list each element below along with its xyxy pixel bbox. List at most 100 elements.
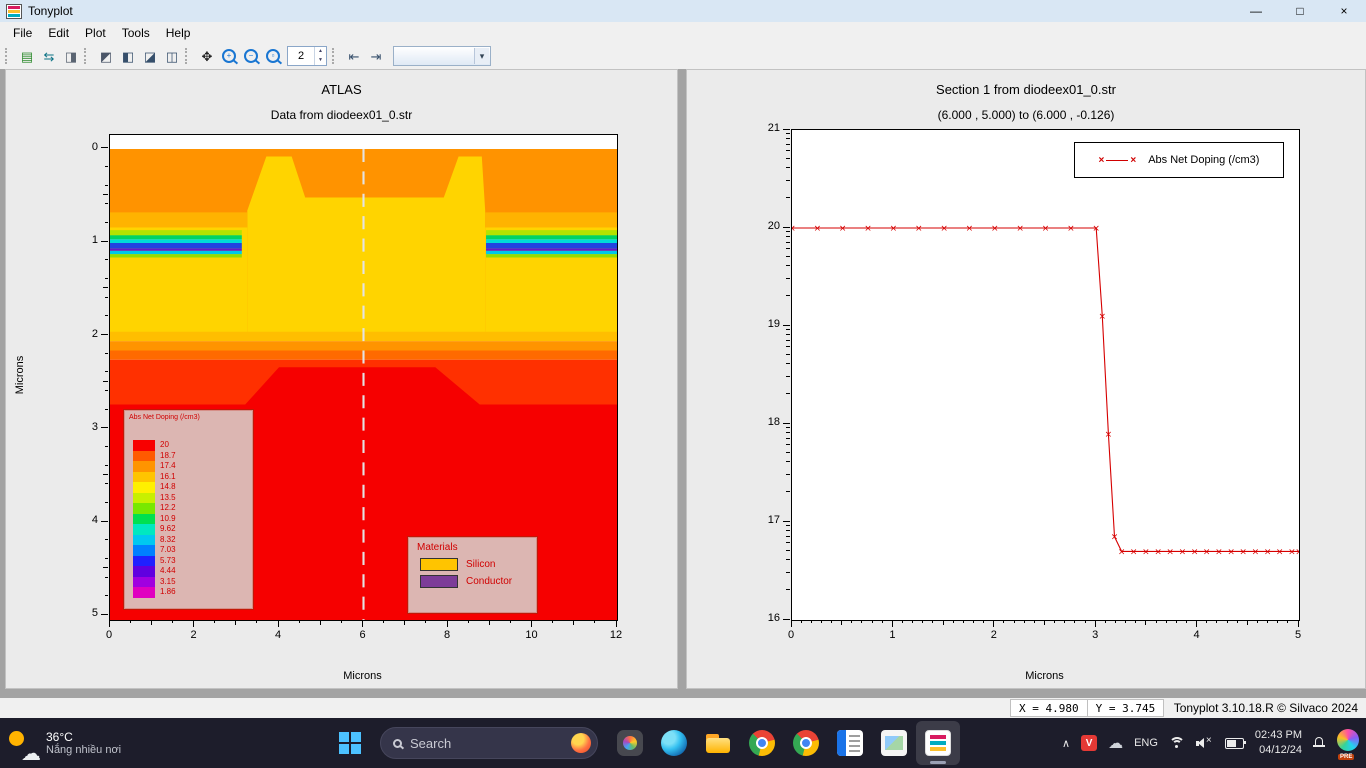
x-tick-label: 12 xyxy=(604,629,628,641)
taskbar-app-tonyplot[interactable] xyxy=(916,721,960,765)
preview-app[interactable]: PRE xyxy=(1336,728,1360,758)
preview-badge: PRE xyxy=(1338,754,1354,760)
material-label: Silicon xyxy=(466,559,495,570)
battery-icon[interactable] xyxy=(1225,738,1244,749)
tray-date: 04/12/24 xyxy=(1255,743,1302,758)
materials-legend[interactable]: Materials SiliconConductor xyxy=(407,536,538,614)
y-minor-tick xyxy=(786,432,790,433)
maximize-button[interactable]: □ xyxy=(1278,0,1322,22)
copy-icon: ◧ xyxy=(122,50,134,63)
doping-color-swatch xyxy=(133,482,155,493)
doping-legend-row: 10.9 xyxy=(133,514,176,525)
y-tick-label: 3 xyxy=(77,421,98,433)
overlay-combobox[interactable]: ▾ xyxy=(393,46,491,66)
taskbar-app-chrome-2[interactable] xyxy=(784,721,828,765)
notification-bell-icon[interactable] xyxy=(1313,737,1325,749)
toolbar-next-structure-button[interactable]: ⇥ xyxy=(365,46,387,66)
toolbar-import-button[interactable]: ⇆ xyxy=(38,46,60,66)
doping-legend-row: 13.5 xyxy=(133,493,176,504)
doping-legend-row: 14.8 xyxy=(133,482,176,493)
x-tick-label: 2 xyxy=(982,629,1006,641)
region-right-stripe-purple xyxy=(486,249,617,251)
section-plot-area[interactable]: ×××××××××××××××××××××××××××××××× xyxy=(791,129,1300,621)
y-tick-label: 4 xyxy=(77,514,98,526)
doping-color-swatch xyxy=(133,514,155,525)
cursor-y-readout: Y = 3.745 xyxy=(1087,700,1164,716)
tray-chevron-icon[interactable]: ∧ xyxy=(1062,737,1070,750)
start-button[interactable] xyxy=(330,723,370,763)
wifi-icon[interactable] xyxy=(1169,737,1185,749)
toolbar-pan-button[interactable]: ✥ xyxy=(196,46,218,66)
minimize-button[interactable]: — xyxy=(1234,0,1278,22)
toolbar-duplicate-button[interactable]: ◫ xyxy=(161,46,183,66)
weather-widget[interactable]: 36°C Nắng nhiều nơi xyxy=(8,724,121,762)
doping-legend-row: 3.15 xyxy=(133,577,176,588)
y-minor-tick xyxy=(105,558,108,559)
y-tick-label: 5 xyxy=(77,607,98,619)
preview-app-icon xyxy=(1337,729,1359,751)
y-minor-tick xyxy=(786,295,790,296)
menu-tools[interactable]: Tools xyxy=(114,24,158,42)
region-grad-orange xyxy=(110,341,617,350)
onedrive-cloud-icon[interactable]: ☁ xyxy=(1108,734,1123,752)
data-marker: × xyxy=(1227,547,1235,557)
data-marker: × xyxy=(1118,547,1126,557)
taskbar-app-edge[interactable] xyxy=(652,721,696,765)
toolbar-previous-structure-button[interactable]: ⇤ xyxy=(343,46,365,66)
doping-legend-value: 7.03 xyxy=(160,546,176,554)
v-app-icon[interactable]: V xyxy=(1081,735,1097,751)
titlebar: Tonyplot — □ × xyxy=(0,0,1366,22)
toolbar-select-region-button[interactable]: ◩ xyxy=(95,46,117,66)
volume-muted-icon[interactable] xyxy=(1196,737,1214,749)
doping-color-swatch xyxy=(133,524,155,535)
y-minor-tick xyxy=(786,461,790,462)
search-box[interactable]: Search xyxy=(380,727,598,759)
y-minor-tick xyxy=(786,572,790,573)
taskbar-app-file-explorer[interactable] xyxy=(696,721,740,765)
y-minor-tick xyxy=(786,133,790,134)
toolbar-zoom-in-button[interactable]: + xyxy=(218,46,240,66)
version-text: Tonyplot 3.10.18.R © Silvaco 2024 xyxy=(1174,701,1358,715)
toolbar-zoom-area-button[interactable]: ▫ xyxy=(262,46,284,66)
y-mid-tick xyxy=(103,567,108,568)
doping-legend[interactable]: Abs Net Doping (/cm3) 2018.717.416.114.8… xyxy=(123,409,254,610)
section-legend[interactable]: × × Abs Net Doping (/cm3) xyxy=(1074,142,1284,178)
y-major-tick xyxy=(783,619,790,620)
toolbar-open-button[interactable]: ▤ xyxy=(16,46,38,66)
zoom-area-icon: ▫ xyxy=(266,49,280,63)
x-tick-label: 10 xyxy=(520,629,544,641)
menu-help[interactable]: Help xyxy=(158,24,199,42)
taskbar-app-image-viewer[interactable] xyxy=(872,721,916,765)
contour-subtitle: Data from diodeex01_0.str xyxy=(6,108,677,122)
taskbar-app-spreadsheet[interactable] xyxy=(828,721,872,765)
data-marker: × xyxy=(1105,430,1113,440)
series-name: Abs Net Doping (/cm3) xyxy=(1148,154,1259,166)
close-button[interactable]: × xyxy=(1322,0,1366,22)
toolbar-print-button[interactable]: ◨ xyxy=(60,46,82,66)
y-mid-tick xyxy=(103,381,108,382)
workspace: ATLAS Data from diodeex01_0.str Microns … xyxy=(0,69,1366,698)
language-indicator[interactable]: ENG xyxy=(1134,737,1158,749)
menu-edit[interactable]: Edit xyxy=(40,24,77,42)
data-marker: × xyxy=(1203,547,1211,557)
region-left-stripe-green2 xyxy=(110,254,242,257)
zoom-level-spinner[interactable]: 2▲▼ xyxy=(287,46,327,66)
taskbar-app-photos[interactable] xyxy=(608,721,652,765)
taskbar-app-chrome[interactable] xyxy=(740,721,784,765)
x-tick-label: 4 xyxy=(266,629,290,641)
toolbar-copy-button[interactable]: ◧ xyxy=(117,46,139,66)
y-minor-tick xyxy=(786,278,790,279)
y-minor-tick xyxy=(786,452,790,453)
silicon-swatch xyxy=(420,558,458,571)
doping-color-swatch xyxy=(133,587,155,598)
toolbar-zoom-out-button[interactable]: − xyxy=(240,46,262,66)
toolbar-paste-button[interactable]: ◪ xyxy=(139,46,161,66)
menu-file[interactable]: File xyxy=(5,24,40,42)
menu-plot[interactable]: Plot xyxy=(77,24,114,42)
doping-color-swatch xyxy=(133,503,155,514)
y-major-tick xyxy=(783,227,790,228)
doping-legend-row: 12.2 xyxy=(133,503,176,514)
clock[interactable]: 02:43 PM 04/12/24 xyxy=(1255,728,1302,758)
y-minor-tick xyxy=(105,259,108,260)
series-marker-icon: × xyxy=(1130,155,1136,166)
